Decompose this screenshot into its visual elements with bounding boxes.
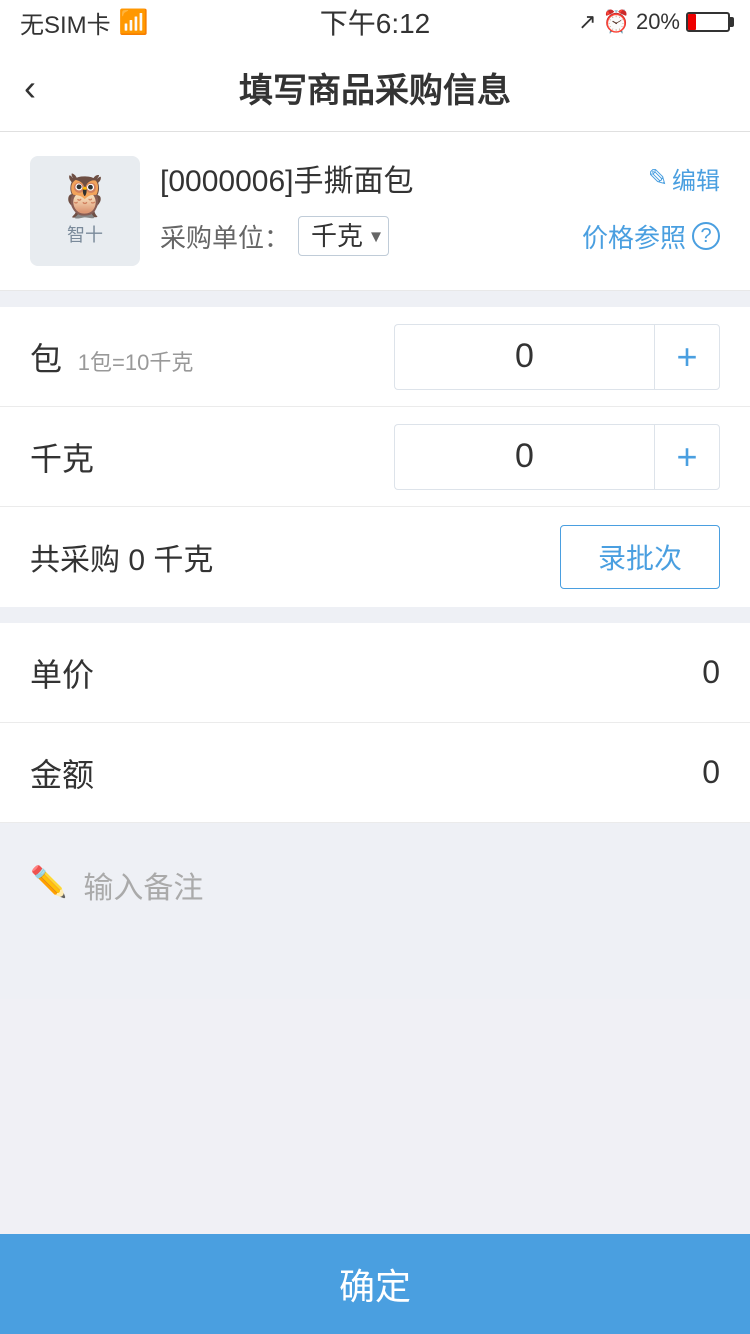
product-card: 🦉 智十 [0000006]手撕面包 ✎ 编辑 采购单位： 千克 包: [0, 132, 750, 291]
unit-price-label: 单价: [30, 650, 94, 696]
location-icon: ↗: [578, 9, 596, 35]
price-ref-label: 价格参照: [582, 218, 686, 255]
back-button[interactable]: ‹: [24, 67, 36, 109]
carrier-label: 无SIM卡: [20, 5, 111, 40]
amount-value: 0: [702, 754, 720, 791]
page-title: 填写商品采购信息: [239, 63, 511, 112]
unit-row: 采购单位： 千克 包 价格参照 ?: [160, 216, 720, 256]
kg-label: 千克: [30, 441, 94, 477]
bag-plus-button[interactable]: +: [654, 324, 720, 390]
bag-label: 包: [30, 341, 62, 377]
wifi-icon: 📶: [119, 8, 149, 37]
battery-fill: [688, 14, 696, 30]
kg-quantity-input[interactable]: [394, 424, 654, 490]
batch-button[interactable]: 录批次: [560, 525, 720, 589]
divider-2: [0, 607, 750, 623]
remark-placeholder: 输入备注: [83, 863, 203, 907]
unit-price-value: 0: [702, 654, 720, 691]
summary-text: 共采购 0 千克: [30, 535, 213, 579]
unit-select-wrapper[interactable]: 千克 包: [298, 216, 389, 256]
confirm-bar[interactable]: 确定: [0, 1234, 750, 1334]
nav-bar: ‹ 填写商品采购信息: [0, 44, 750, 132]
price-section: 单价 0 金额 0: [0, 623, 750, 823]
battery-icon: [686, 12, 730, 32]
product-full-name: [0000006]手撕面包: [160, 156, 413, 200]
product-thumbnail: 🦉 智十: [30, 156, 140, 266]
unit-prefix: 采购单位：: [160, 218, 290, 255]
price-ref-help-icon: ?: [692, 222, 720, 250]
product-thumb-icon: 🦉: [59, 175, 111, 217]
price-ref-button[interactable]: 价格参照 ?: [582, 218, 720, 255]
amount-row: 金额 0: [0, 723, 750, 823]
bag-label-area: 包 1包=10千克: [30, 334, 394, 380]
kg-row: 千克 +: [0, 407, 750, 507]
edit-icon: ✎: [648, 164, 668, 193]
kg-label-area: 千克: [30, 434, 394, 480]
amount-label: 金额: [30, 750, 94, 796]
status-bar-right: ↗ ⏰ 20%: [578, 9, 730, 35]
product-info: [0000006]手撕面包 ✎ 编辑 采购单位： 千克 包: [160, 156, 720, 256]
alarm-icon: ⏰: [603, 9, 630, 35]
edit-label: 编辑: [672, 161, 720, 196]
battery-percent: 20%: [636, 9, 680, 35]
content-area: 🦉 智十 [0000006]手撕面包 ✎ 编辑 采购单位： 千克 包: [0, 132, 750, 1129]
unit-select[interactable]: 千克 包: [298, 216, 389, 256]
divider-1: [0, 291, 750, 307]
status-bar-time: 下午6:12: [320, 2, 431, 42]
kg-input-area: +: [394, 424, 720, 490]
bag-input-area: +: [394, 324, 720, 390]
confirm-button-label: 确定: [339, 1258, 411, 1310]
product-thumb-text: 智十: [67, 221, 103, 247]
status-bar: 无SIM卡 📶 下午6:12 ↗ ⏰ 20%: [0, 0, 750, 44]
edit-button[interactable]: ✎ 编辑: [648, 161, 720, 196]
bag-row: 包 1包=10千克 +: [0, 307, 750, 407]
unit-price-row: 单价 0: [0, 623, 750, 723]
summary-row: 共采购 0 千克 录批次: [0, 507, 750, 607]
status-bar-left: 无SIM卡 📶: [20, 5, 149, 40]
bag-quantity-input[interactable]: [394, 324, 654, 390]
divider-3: [0, 823, 750, 839]
unit-label-area: 采购单位： 千克 包: [160, 216, 389, 256]
bag-sub-label: 1包=10千克: [78, 350, 194, 375]
kg-plus-button[interactable]: +: [654, 424, 720, 490]
quantity-section: 包 1包=10千克 + 千克 + 共采购 0 千克 录批次: [0, 307, 750, 607]
pencil-icon: ✏️: [30, 865, 67, 900]
remark-section[interactable]: ✏️ 输入备注: [0, 839, 750, 999]
product-name-row: [0000006]手撕面包 ✎ 编辑: [160, 156, 720, 200]
